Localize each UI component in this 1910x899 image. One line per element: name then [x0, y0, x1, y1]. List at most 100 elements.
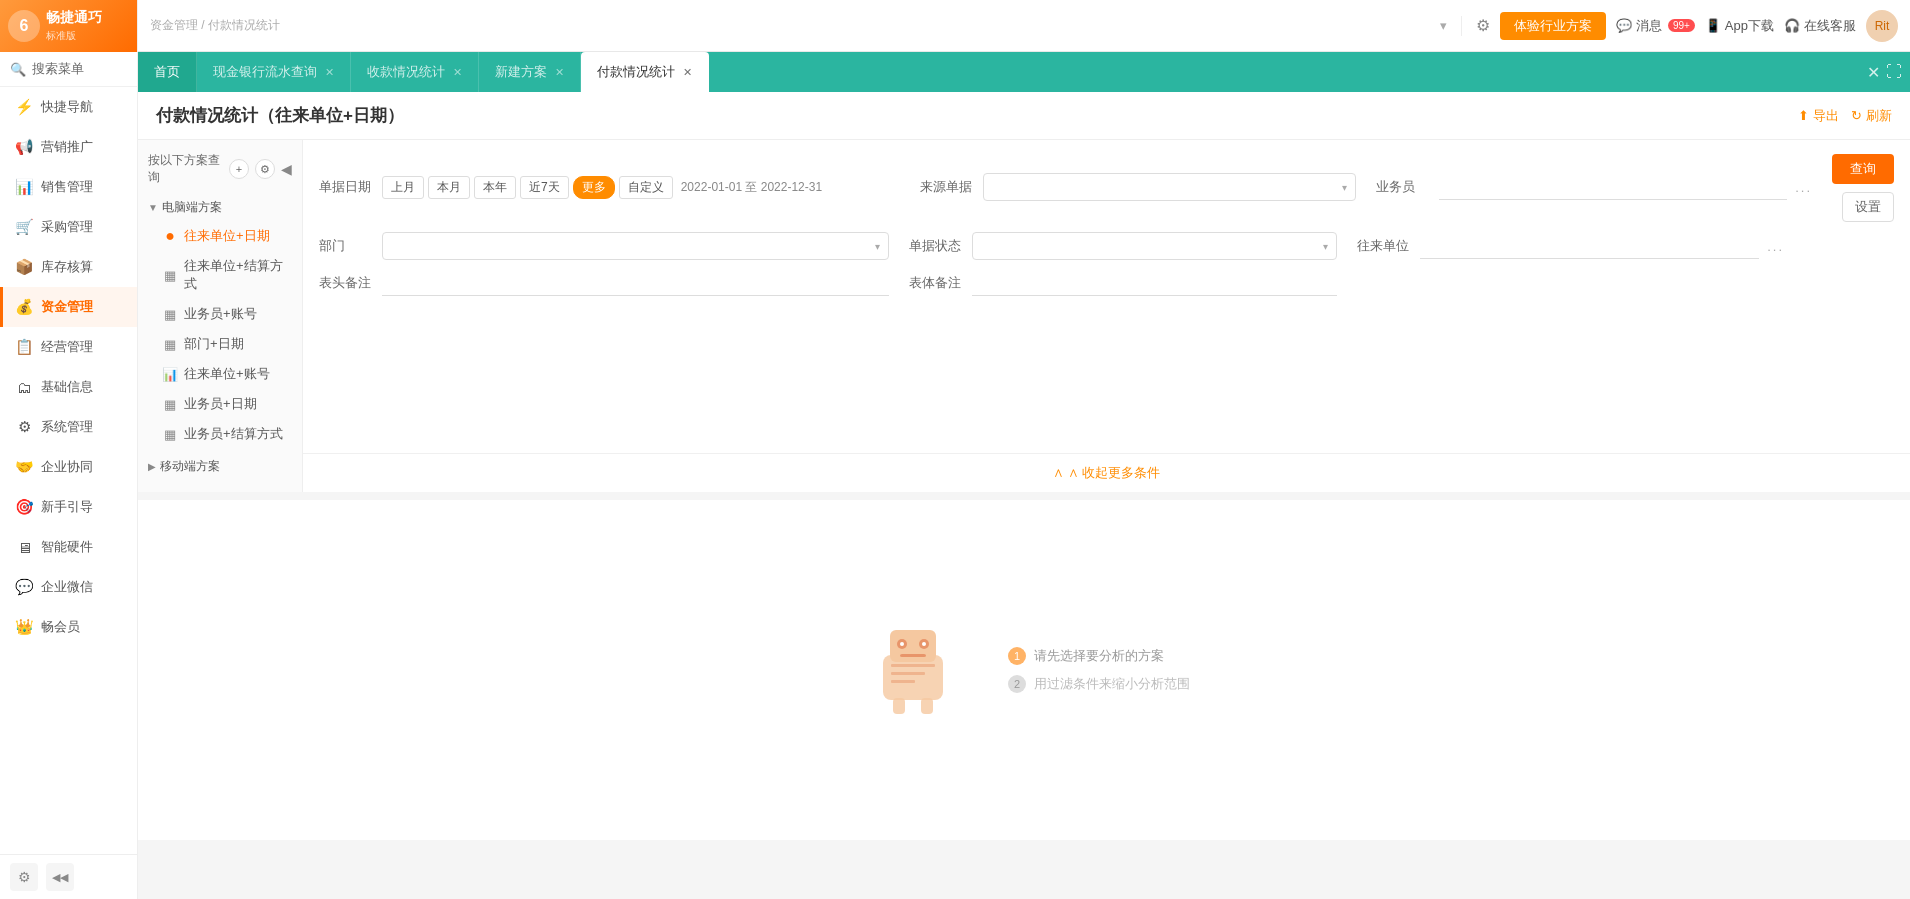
scheme-settings-btn[interactable]: ⚙	[255, 159, 275, 179]
scheme-group-mobile-label: 移动端方案	[160, 458, 220, 475]
tab-home[interactable]: 首页	[138, 52, 197, 92]
source-voucher-label: 来源单据	[920, 178, 975, 196]
scheme-item-staff-settlement-label: 业务员+结算方式	[184, 425, 283, 443]
topbar-dropdown-icon[interactable]: ▾	[1440, 18, 1447, 33]
tabbar: 首页 现金银行流水查询 ✕ 收款情况统计 ✕ 新建方案 ✕ 付款情况统计 ✕ ✕…	[138, 52, 1910, 92]
date-btn-this-month[interactable]: 本月	[428, 176, 470, 199]
scheme-item-active-icon: ●	[162, 228, 178, 244]
collapse-bar[interactable]: ∧ ∧ 收起更多条件	[303, 453, 1910, 492]
source-voucher-field: 来源单据 ▾	[920, 173, 1356, 201]
scheme-item-staff-account[interactable]: ▦ 业务员+账号	[138, 299, 302, 329]
sidebar-item-sales[interactable]: 📊 销售管理	[0, 167, 137, 207]
svg-rect-8	[891, 672, 925, 675]
table-header-note-input[interactable]	[382, 270, 889, 296]
svg-rect-10	[893, 698, 905, 714]
tab-payment-stats-close[interactable]: ✕	[683, 66, 692, 79]
tab-new-scheme-close[interactable]: ✕	[555, 66, 564, 79]
message-btn[interactable]: 💬 消息 99+	[1616, 17, 1695, 35]
operations-icon: 📋	[15, 338, 33, 356]
sidebar-item-marketing[interactable]: 📢 营销推广	[0, 127, 137, 167]
collapse-icon: ∧	[1053, 465, 1064, 480]
message-label: 消息	[1636, 17, 1662, 35]
sidebar-settings-btn[interactable]: ⚙	[10, 863, 38, 891]
tab-new-scheme-label: 新建方案	[495, 63, 547, 81]
salesman-input[interactable]	[1439, 174, 1787, 200]
tab-receipt-stats[interactable]: 收款情况统计 ✕	[351, 52, 479, 92]
tab-new-scheme[interactable]: 新建方案 ✕	[479, 52, 581, 92]
salesman-dotdotdot[interactable]: ...	[1795, 180, 1812, 195]
tab-receipt-stats-close[interactable]: ✕	[453, 66, 462, 79]
sidebar-item-guide[interactable]: 🎯 新手引导	[0, 487, 137, 527]
table-body-note-input[interactable]	[972, 270, 1337, 296]
tab-cash-flow-close[interactable]: ✕	[325, 66, 334, 79]
scheme-item-unit-account[interactable]: 📊 往来单位+账号	[138, 359, 302, 389]
sidebar-item-quick-nav[interactable]: ⚡ 快捷导航	[0, 87, 137, 127]
voucher-date-field: 单据日期 上月 本月 本年 近7天 更多 自定义 2022-01-01 至 20…	[319, 176, 900, 199]
scheme-group-desktop-title[interactable]: ▼ 电脑端方案	[138, 194, 302, 221]
topbar-settings-icon[interactable]: ⚙	[1476, 16, 1490, 35]
guide-icon: 🎯	[15, 498, 33, 516]
related-unit-input[interactable]	[1420, 233, 1760, 259]
scheme-group-mobile-title[interactable]: ▶ 移动端方案	[138, 453, 302, 480]
sidebar-collapse-btn[interactable]: ◀◀	[46, 863, 74, 891]
sidebar-item-inventory[interactable]: 📦 库存核算	[0, 247, 137, 287]
tab-expand-icon[interactable]: ⛶	[1886, 63, 1902, 81]
date-btn-custom[interactable]: 自定义	[619, 176, 673, 199]
sidebar-search[interactable]: 🔍 搜索菜单	[0, 52, 137, 87]
scheme-item-icon-1: ▦	[162, 267, 178, 283]
sidebar-item-label: 畅会员	[41, 618, 80, 636]
sidebar-item-enterprise[interactable]: 🤝 企业协同	[0, 447, 137, 487]
scheme-item-unit-settlement-label: 往来单位+结算方式	[184, 257, 292, 293]
date-buttons: 上月 本月 本年 近7天 更多 自定义 2022-01-01 至 2022-12…	[382, 176, 822, 199]
tab-cash-flow-label: 现金银行流水查询	[213, 63, 317, 81]
service-icon: 🎧	[1784, 18, 1800, 33]
refresh-btn[interactable]: ↻ 刷新	[1851, 107, 1892, 125]
sidebar-item-system[interactable]: ⚙ 系统管理	[0, 407, 137, 447]
settings-btn[interactable]: 设置	[1842, 192, 1894, 222]
scheme-item-staff-settlement[interactable]: ▦ 业务员+结算方式	[138, 419, 302, 449]
query-btn[interactable]: 查询	[1832, 154, 1894, 184]
date-btn-this-year[interactable]: 本年	[474, 176, 516, 199]
sidebar-item-finance[interactable]: 💰 资金管理	[0, 287, 137, 327]
download-icon: 📱	[1705, 18, 1721, 33]
sidebar-item-member[interactable]: 👑 畅会员	[0, 607, 137, 647]
tab-home-label: 首页	[154, 63, 180, 81]
export-icon: ⬆	[1798, 108, 1809, 123]
collapse-label: ∧ 收起更多条件	[1068, 465, 1161, 480]
tab-payment-stats[interactable]: 付款情况统计 ✕	[581, 52, 709, 92]
scheme-item-unit-settlement[interactable]: ▦ 往来单位+结算方式	[138, 251, 302, 299]
sidebar-item-hardware[interactable]: 🖥 智能硬件	[0, 527, 137, 567]
date-btn-more[interactable]: 更多	[573, 176, 615, 199]
quick-nav-icon: ⚡	[15, 98, 33, 116]
date-btn-last-7days[interactable]: 近7天	[520, 176, 569, 199]
sidebar-item-operations[interactable]: 📋 经营管理	[0, 327, 137, 367]
scheme-item-unit-date[interactable]: ● 往来单位+日期	[138, 221, 302, 251]
voucher-status-select[interactable]: ▾	[972, 232, 1337, 260]
filter-panel: 按以下方案查询 + ⚙ ◀ ▼ 电脑端方案 ● 往来单位+日期	[138, 140, 1910, 492]
sidebar: 6 畅捷通巧 标准版 🔍 搜索菜单 ⚡ 快捷导航 📢 营销推广 📊 销售管理 🛒…	[0, 0, 138, 899]
scheme-add-btn[interactable]: +	[229, 159, 249, 179]
scheme-sidebar: 按以下方案查询 + ⚙ ◀ ▼ 电脑端方案 ● 往来单位+日期	[138, 140, 303, 492]
sidebar-item-basic[interactable]: 🗂 基础信息	[0, 367, 137, 407]
app-download-btn[interactable]: 📱 App下载	[1705, 17, 1774, 35]
related-unit-dotdotdot[interactable]: ...	[1767, 239, 1784, 254]
svg-point-5	[922, 642, 926, 646]
source-voucher-select[interactable]: ▾	[983, 173, 1356, 201]
scheme-collapse-icon[interactable]: ◀	[281, 161, 292, 177]
sidebar-item-label: 企业协同	[41, 458, 93, 476]
dept-select[interactable]: ▾	[382, 232, 889, 260]
online-service-btn[interactable]: 🎧 在线客服	[1784, 17, 1856, 35]
sidebar-item-purchase[interactable]: 🛒 采购管理	[0, 207, 137, 247]
scheme-item-staff-date[interactable]: ▦ 业务员+日期	[138, 389, 302, 419]
sidebar-item-wechat[interactable]: 💬 企业微信	[0, 567, 137, 607]
user-avatar[interactable]: Rit	[1866, 10, 1898, 42]
tab-close-all-icon[interactable]: ✕	[1867, 63, 1880, 82]
scheme-item-dept-date[interactable]: ▦ 部门+日期	[138, 329, 302, 359]
related-unit-field: 往来单位 ...	[1357, 233, 1785, 259]
sales-icon: 📊	[15, 178, 33, 196]
step-num-1: 1	[1008, 647, 1026, 665]
export-btn[interactable]: ⬆ 导出	[1798, 107, 1839, 125]
trial-btn[interactable]: 体验行业方案	[1500, 12, 1606, 40]
date-btn-last-month[interactable]: 上月	[382, 176, 424, 199]
tab-cash-flow[interactable]: 现金银行流水查询 ✕	[197, 52, 351, 92]
